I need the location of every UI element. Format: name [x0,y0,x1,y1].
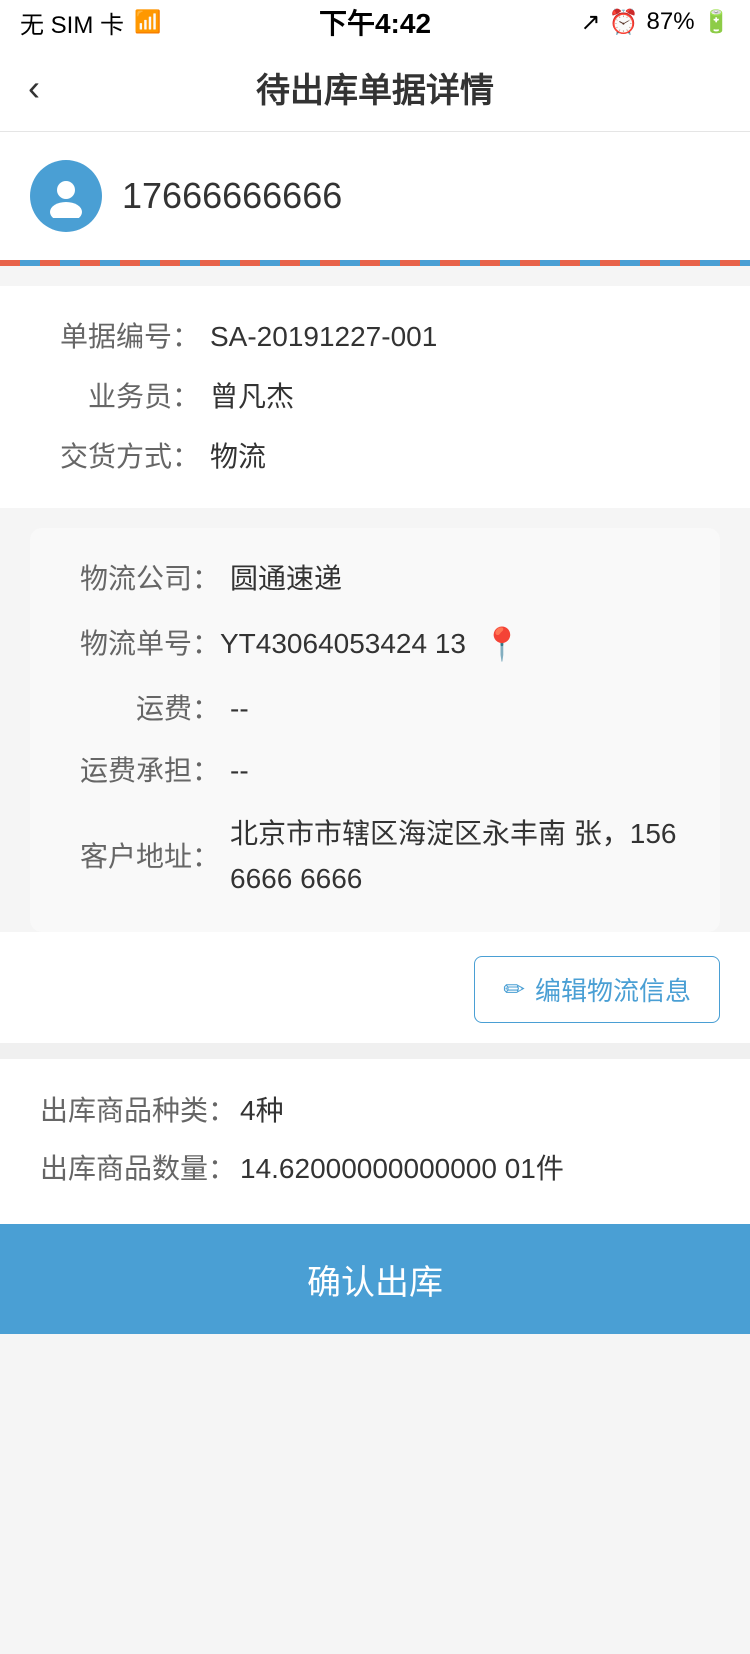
wifi-icon: 📶 [134,9,161,35]
order-info-section: 单据编号： SA-20191227-001 业务员： 曾凡杰 交货方式： 物流 [0,286,750,508]
address-row: 客户地址： 北京市市辖区海淀区永丰南 张，156 6666 6666 [60,812,690,902]
delivery-row: 交货方式： 物流 [40,436,710,478]
logistics-company-row: 物流公司： 圆通速递 [60,558,690,600]
tracking-location-icon[interactable]: 📍 [482,620,522,668]
order-number-label: 单据编号： [40,316,200,358]
page-title: 待出库单据详情 [256,63,494,112]
status-left: 无 SIM 卡 📶 [20,5,161,40]
status-time: 下午4:42 [319,2,431,42]
edit-button-label: 编辑物流信息 [535,971,691,1008]
avatar-icon [44,174,88,218]
freight-bear-value: -- [230,750,690,792]
order-number-value: SA-20191227-001 [210,316,710,358]
status-bar: 无 SIM 卡 📶 下午4:42 ↗ ⏰ 87% 🔋 [0,0,750,44]
battery-text: 87% [647,8,695,36]
confirm-outbound-button[interactable]: 确认出库 [307,1255,443,1304]
customer-header: 17666666666 [0,132,750,260]
delivery-label: 交货方式： [40,436,200,478]
bottom-bar: 确认出库 [0,1224,750,1334]
tracking-label: 物流单号： [60,623,220,665]
edit-button-row: ✏ 编辑物流信息 [0,932,750,1043]
logistics-company-value: 圆通速递 [230,558,690,600]
salesperson-label: 业务员： [40,376,200,418]
status-right: ↗ ⏰ 87% 🔋 [581,8,730,37]
delivery-value: 物流 [210,436,710,478]
freight-label: 运费： [60,688,220,730]
goods-quantity-label: 出库商品数量： [40,1147,240,1187]
alarm-icon: ⏰ [609,8,639,37]
salesperson-value: 曾凡杰 [210,376,710,418]
logistics-card: 物流公司： 圆通速递 物流单号： YT43064053424 13 📍 运费： … [30,528,720,932]
goods-types-value: 4种 [240,1089,710,1129]
edit-logistics-button[interactable]: ✏ 编辑物流信息 [474,956,720,1023]
tracking-value-row: YT43064053424 13 📍 [220,620,522,668]
goods-section: 出库商品种类： 4种 出库商品数量： 14.62000000000000 01件 [0,1059,750,1217]
address-label: 客户地址： [60,836,220,878]
order-number-row: 单据编号： SA-20191227-001 [40,316,710,358]
nav-bar: ‹ 待出库单据详情 [0,44,750,132]
tracking-number: YT43064053424 13 [220,623,466,665]
freight-row: 运费： -- [60,688,690,730]
back-button[interactable]: ‹ [28,67,40,109]
empty-space [0,1334,750,1534]
tracking-row: 物流单号： YT43064053424 13 📍 [60,620,690,668]
customer-phone: 17666666666 [122,175,342,217]
carrier-text: 无 SIM 卡 [20,5,124,40]
battery-icon: 🔋 [703,9,730,35]
customer-avatar [30,160,102,232]
freight-bear-label: 运费承担： [60,750,220,792]
logistics-company-label: 物流公司： [60,558,220,600]
section-divider [0,1043,750,1059]
goods-quantity-row: 出库商品数量： 14.62000000000000 01件 [40,1147,710,1187]
freight-bear-row: 运费承担： -- [60,750,690,792]
goods-types-row: 出库商品种类： 4种 [40,1089,710,1129]
goods-quantity-value: 14.62000000000000 01件 [240,1147,710,1187]
main-content: 17666666666 单据编号： SA-20191227-001 业务员： 曾… [0,132,750,1654]
address-value: 北京市市辖区海淀区永丰南 张，156 6666 6666 [230,812,690,902]
salesperson-row: 业务员： 曾凡杰 [40,376,710,418]
freight-value: -- [230,688,690,730]
edit-icon: ✏ [503,974,525,1005]
location-status-icon: ↗ [581,8,601,37]
dashed-divider [0,260,750,266]
goods-types-label: 出库商品种类： [40,1089,240,1129]
